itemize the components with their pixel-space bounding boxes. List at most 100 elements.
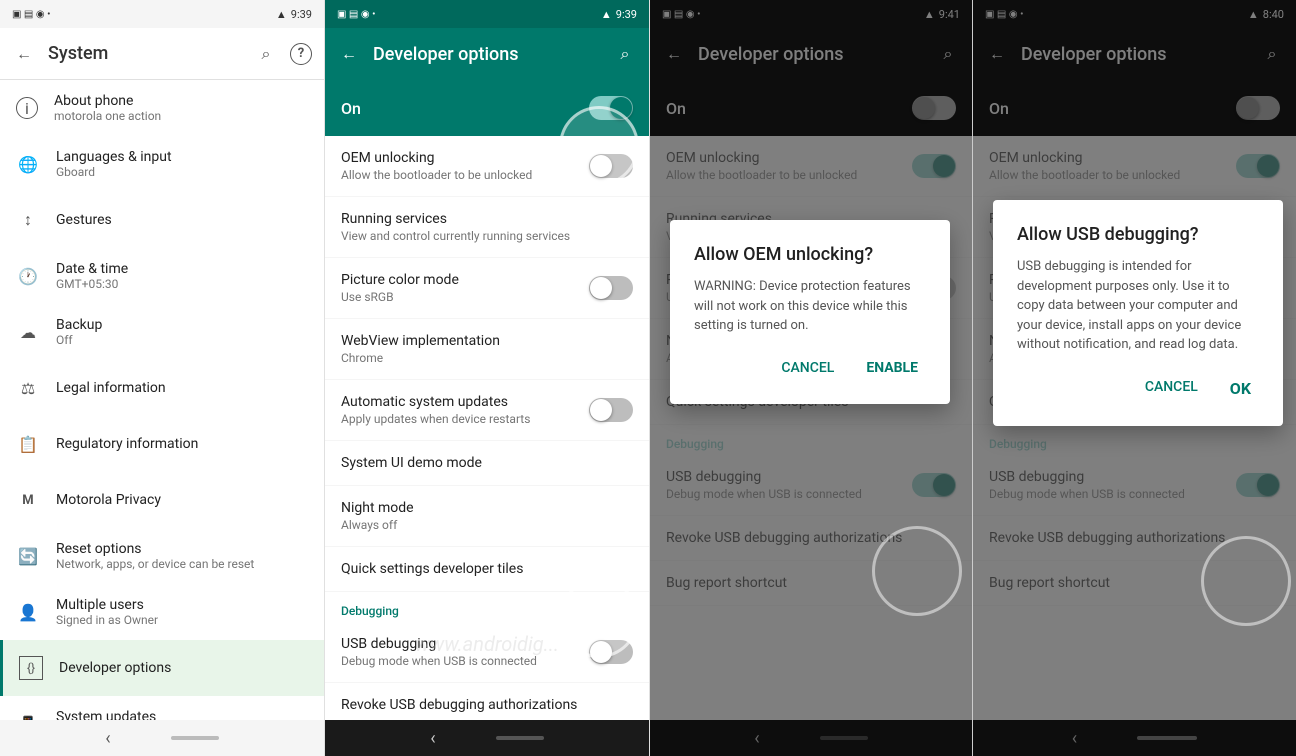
back-button-middle[interactable]: ← [337,42,361,66]
quick-settings-title: Quick settings developer tiles [341,561,633,577]
help-button-left[interactable]: ? [290,43,312,65]
developer-toggle-bar[interactable]: On [325,80,649,136]
search-button-left[interactable]: ⌕ [254,42,278,66]
legal-icon: ⚖ [16,376,40,400]
oem-dialog-buttons: Cancel Enable [694,356,926,380]
oem-cancel-btn[interactable]: Cancel [773,356,842,380]
picture-color-item[interactable]: Picture color mode Use sRGB [325,258,649,319]
sidebar-item-system-updates[interactable]: 📱 System updates Updated to Android 9 [0,696,324,720]
revoke-usb-item[interactable]: Revoke USB debugging authorizations [325,683,649,720]
system-ui-item[interactable]: System UI demo mode [325,441,649,486]
sidebar-item-gestures[interactable]: ↕ Gestures [0,192,324,248]
oem-dialog-title: Allow OEM unlocking? [694,244,926,265]
nav-bar-left: ‹ [0,720,324,756]
running-services-item[interactable]: Running services View and control curren… [325,197,649,258]
languages-icon: 🌐 [16,152,40,176]
system-panel: ▣ ▤ ◉ • ▲ 9:39 ← System ⌕ ? i About phon… [0,0,325,756]
sidebar-item-backup[interactable]: ☁ Backup Off [0,304,324,360]
usb-cancel-btn[interactable]: Cancel [1137,375,1206,402]
system-ui-title: System UI demo mode [341,455,633,471]
revoke-usb-title: Revoke USB debugging authorizations [341,697,633,713]
app-bar-middle: ← Developer options ⌕ [325,28,649,80]
nav-pill-left [171,736,219,740]
sidebar-item-legal[interactable]: ⚖ Legal information [0,360,324,416]
sidebar-item-developer[interactable]: {} Developer options [0,640,324,696]
sidebar-item-reset[interactable]: 🔄 Reset options Network, apps, or device… [0,528,324,584]
datetime-subtitle: GMT+05:30 [56,277,308,291]
sidebar-item-motorola-privacy[interactable]: M Motorola Privacy [0,472,324,528]
about-icon: i [16,97,38,119]
picture-toggle[interactable] [589,276,633,300]
usb-dialog-buttons: Cancel OK [1017,375,1259,402]
toggle-knob [610,97,632,119]
developer-options-panel: ▣ ▤ ◉ • ▲ 9:39 ← Developer options ⌕ On … [325,0,650,756]
motorola-title: Motorola Privacy [56,492,308,508]
developer-title: Developer options [59,660,308,676]
webview-title: WebView implementation [341,333,633,349]
status-right-left: ▲ 9:39 [276,8,312,21]
settings-list-middle: OEM unlocking Allow the bootloader to be… [325,136,649,720]
running-subtitle: View and control currently running servi… [341,229,633,243]
back-button-left[interactable]: ← [12,42,36,66]
auto-updates-item[interactable]: Automatic system updates Apply updates w… [325,380,649,441]
sidebar-item-about[interactable]: i About phone motorola one action [0,80,324,136]
nav-back-left[interactable]: ‹ [105,728,110,749]
app-title-middle: Developer options [373,44,601,65]
about-title: About phone [54,93,308,109]
toggle-label: On [341,99,361,118]
notification-icons: ▣ ▤ ◉ • [12,9,50,20]
users-subtitle: Signed in as Owner [56,613,308,627]
usb-dialog-title: Allow USB debugging? [1017,224,1259,245]
sidebar-item-languages[interactable]: 🌐 Languages & input Gboard [0,136,324,192]
nav-back-middle[interactable]: ‹ [430,728,435,749]
time-left: 9:39 [291,8,312,21]
motorola-icon: M [16,488,40,512]
app-title-left: System [48,43,242,64]
sidebar-list: i About phone motorola one action 🌐 Lang… [0,80,324,720]
quick-settings-item[interactable]: Quick settings developer tiles [325,547,649,592]
sidebar-item-regulatory[interactable]: 📋 Regulatory information [0,416,324,472]
status-icons-middle: ▣ ▤ ◉ • [337,9,375,20]
languages-subtitle: Gboard [56,165,308,179]
search-button-middle[interactable]: ⌕ [613,42,637,66]
night-mode-item[interactable]: Night mode Always off [325,486,649,547]
oem-toggle-knob [590,155,612,177]
gestures-icon: ↕ [16,208,40,232]
picture-subtitle: Use sRGB [341,290,459,304]
dev-toggle-switch[interactable] [589,96,633,120]
regulatory-title: Regulatory information [56,436,308,452]
oem-enable-btn[interactable]: Enable [858,356,926,380]
auto-updates-toggle[interactable] [589,398,633,422]
usb-ok-btn[interactable]: OK [1222,375,1259,402]
sidebar-item-users[interactable]: 👤 Multiple users Signed in as Owner [0,584,324,640]
webview-subtitle: Chrome [341,351,633,365]
status-right-middle: ▲ 9:39 [601,8,637,21]
oem-unlocking-item[interactable]: OEM unlocking Allow the bootloader to be… [325,136,649,197]
usb-dialog-body: USB debugging is intended for developmen… [1017,257,1259,355]
oem-dialog-panel: ▣ ▤ ◉ • ▲ 9:41 ← Developer options ⌕ On [650,0,973,756]
updates-icon: 📱 [16,712,40,720]
usb-dialog: Allow USB debugging? USB debugging is in… [993,200,1283,426]
users-icon: 👤 [16,600,40,624]
usb-dialog-panel: ▣ ▤ ◉ • ▲ 8:40 ← Developer options ⌕ On [973,0,1296,756]
updates-title: System updates [56,709,308,720]
usb-debugging-item[interactable]: USB debugging Debug mode when USB is con… [325,622,649,683]
picture-title: Picture color mode [341,272,459,288]
wifi-icon: ▲ [276,8,287,21]
auto-updates-title: Automatic system updates [341,394,530,410]
night-mode-title: Night mode [341,500,633,516]
oem-dialog-body: WARNING: Device protection features will… [694,277,926,336]
reset-title: Reset options [56,541,308,557]
backup-title: Backup [56,317,308,333]
reset-subtitle: Network, apps, or device can be reset [56,557,308,571]
webview-item[interactable]: WebView implementation Chrome [325,319,649,380]
languages-title: Languages & input [56,149,308,165]
usb-toggle[interactable] [589,640,633,664]
usb-title: USB debugging [341,636,537,652]
time-middle: 9:39 [616,8,637,21]
developer-icon: {} [19,656,43,680]
sidebar-item-datetime[interactable]: 🕐 Date & time GMT+05:30 [0,248,324,304]
notification-icons-mid: ▣ ▤ ◉ • [337,9,375,20]
oem-toggle[interactable] [589,154,633,178]
usb-subtitle: Debug mode when USB is connected [341,654,537,668]
